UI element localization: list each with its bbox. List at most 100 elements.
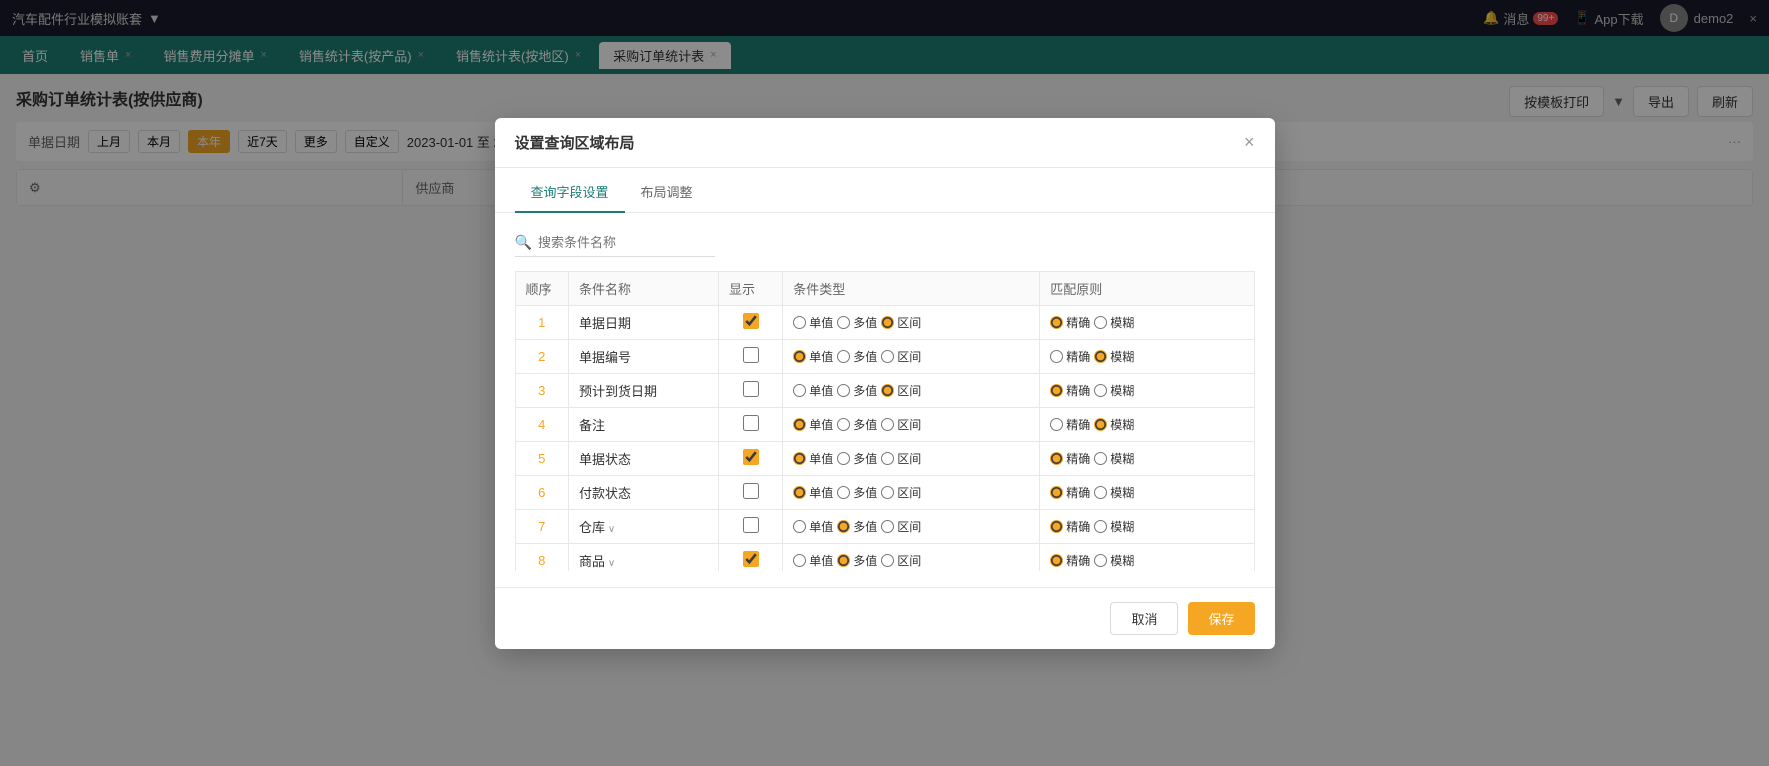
save-btn[interactable]: 保存 xyxy=(1188,602,1254,635)
row-match-7[interactable]: 精确模糊 xyxy=(1040,543,1254,571)
show-checkbox-3[interactable] xyxy=(743,415,759,431)
show-checkbox-0[interactable] xyxy=(743,313,759,329)
row-order-1: 1 xyxy=(515,305,569,339)
match-label-精确-7[interactable]: 精确 xyxy=(1050,552,1090,569)
type-label-多值-1[interactable]: 多值 xyxy=(837,348,877,365)
show-checkbox-7[interactable] xyxy=(743,551,759,567)
type-label-多值-0[interactable]: 多值 xyxy=(837,314,877,331)
config-table: 顺序 条件名称 显示 条件类型 匹配原则 1单据日期单值多值区间精确模糊2单据编… xyxy=(515,271,1255,571)
row-name-6: 仓库 ∨ xyxy=(569,509,719,543)
row-show-6[interactable] xyxy=(718,509,782,543)
page-area: 采购订单统计表(按供应商) 按模板打印 ▼ 导出 刷新 单据日期 上月 本月 本… xyxy=(0,74,1769,766)
row-show-7[interactable] xyxy=(718,543,782,571)
match-label-精确-6[interactable]: 精确 xyxy=(1050,518,1090,535)
row-match-5[interactable]: 精确模糊 xyxy=(1040,475,1254,509)
row-name-1: 单据编号 xyxy=(569,339,719,373)
row-show-4[interactable] xyxy=(718,441,782,475)
match-label-精确-1[interactable]: 精确 xyxy=(1050,348,1090,365)
row-match-4[interactable]: 精确模糊 xyxy=(1040,441,1254,475)
th-show: 显示 xyxy=(718,271,782,305)
type-label-区间-6[interactable]: 区间 xyxy=(881,518,921,535)
tab-query-fields[interactable]: 查询字段设置 xyxy=(515,172,625,213)
type-label-多值-2[interactable]: 多值 xyxy=(837,382,877,399)
modal-body: 🔍 顺序 条件名称 显示 条件类型 匹配原则 xyxy=(495,213,1275,587)
row-name-5: 付款状态 xyxy=(569,475,719,509)
match-label-模糊-0[interactable]: 模糊 xyxy=(1094,314,1134,331)
type-label-单值-0[interactable]: 单值 xyxy=(793,314,833,331)
type-label-单值-3[interactable]: 单值 xyxy=(793,416,833,433)
show-checkbox-1[interactable] xyxy=(743,347,759,363)
show-checkbox-5[interactable] xyxy=(743,483,759,499)
match-label-模糊-4[interactable]: 模糊 xyxy=(1094,450,1134,467)
row-order-8: 8 xyxy=(515,543,569,571)
row-type-2[interactable]: 单值多值区间 xyxy=(783,373,1040,407)
row-show-5[interactable] xyxy=(718,475,782,509)
row-show-3[interactable] xyxy=(718,407,782,441)
row-match-6[interactable]: 精确模糊 xyxy=(1040,509,1254,543)
type-label-多值-4[interactable]: 多值 xyxy=(837,450,877,467)
row-type-1[interactable]: 单值多值区间 xyxy=(783,339,1040,373)
show-checkbox-4[interactable] xyxy=(743,449,759,465)
type-label-多值-7[interactable]: 多值 xyxy=(837,552,877,569)
modal-footer: 取消 保存 xyxy=(495,587,1275,649)
type-label-区间-1[interactable]: 区间 xyxy=(881,348,921,365)
row-type-4[interactable]: 单值多值区间 xyxy=(783,441,1040,475)
row-order-6: 6 xyxy=(515,475,569,509)
type-label-单值-7[interactable]: 单值 xyxy=(793,552,833,569)
match-label-模糊-6[interactable]: 模糊 xyxy=(1094,518,1134,535)
search-icon: 🔍 xyxy=(515,234,532,251)
row-type-5[interactable]: 单值多值区间 xyxy=(783,475,1040,509)
row-name-4: 单据状态 xyxy=(569,441,719,475)
type-label-区间-2[interactable]: 区间 xyxy=(881,382,921,399)
type-label-单值-4[interactable]: 单值 xyxy=(793,450,833,467)
row-name-3: 备注 xyxy=(569,407,719,441)
match-label-模糊-7[interactable]: 模糊 xyxy=(1094,552,1134,569)
tab-layout-adjust[interactable]: 布局调整 xyxy=(625,172,709,213)
th-match: 匹配原则 xyxy=(1040,271,1254,305)
row-match-3[interactable]: 精确模糊 xyxy=(1040,407,1254,441)
show-checkbox-2[interactable] xyxy=(743,381,759,397)
match-label-模糊-3[interactable]: 模糊 xyxy=(1094,416,1134,433)
modal-close-btn[interactable]: × xyxy=(1244,133,1255,151)
match-label-精确-4[interactable]: 精确 xyxy=(1050,450,1090,467)
row-name-0: 单据日期 xyxy=(569,305,719,339)
row-order-5: 5 xyxy=(515,441,569,475)
type-label-区间-4[interactable]: 区间 xyxy=(881,450,921,467)
th-type: 条件类型 xyxy=(783,271,1040,305)
match-label-精确-3[interactable]: 精确 xyxy=(1050,416,1090,433)
match-label-精确-0[interactable]: 精确 xyxy=(1050,314,1090,331)
type-label-多值-5[interactable]: 多值 xyxy=(837,484,877,501)
search-box: 🔍 xyxy=(515,229,715,257)
match-label-模糊-5[interactable]: 模糊 xyxy=(1094,484,1134,501)
row-show-2[interactable] xyxy=(718,373,782,407)
type-label-单值-5[interactable]: 单值 xyxy=(793,484,833,501)
row-match-2[interactable]: 精确模糊 xyxy=(1040,373,1254,407)
type-label-区间-0[interactable]: 区间 xyxy=(881,314,921,331)
type-label-单值-2[interactable]: 单值 xyxy=(793,382,833,399)
row-type-6[interactable]: 单值多值区间 xyxy=(783,509,1040,543)
match-label-精确-2[interactable]: 精确 xyxy=(1050,382,1090,399)
type-label-单值-6[interactable]: 单值 xyxy=(793,518,833,535)
row-show-0[interactable] xyxy=(718,305,782,339)
row-order-2: 2 xyxy=(515,339,569,373)
type-label-区间-7[interactable]: 区间 xyxy=(881,552,921,569)
match-label-精确-5[interactable]: 精确 xyxy=(1050,484,1090,501)
modal-backdrop[interactable]: 设置查询区域布局 × 查询字段设置 布局调整 🔍 xyxy=(0,0,1769,766)
match-label-模糊-2[interactable]: 模糊 xyxy=(1094,382,1134,399)
type-label-多值-6[interactable]: 多值 xyxy=(837,518,877,535)
row-type-3[interactable]: 单值多值区间 xyxy=(783,407,1040,441)
match-label-模糊-1[interactable]: 模糊 xyxy=(1094,348,1134,365)
search-input[interactable] xyxy=(532,233,720,252)
row-show-1[interactable] xyxy=(718,339,782,373)
type-label-区间-5[interactable]: 区间 xyxy=(881,484,921,501)
config-table-wrap: 顺序 条件名称 显示 条件类型 匹配原则 1单据日期单值多值区间精确模糊2单据编… xyxy=(515,271,1255,571)
row-match-0[interactable]: 精确模糊 xyxy=(1040,305,1254,339)
type-label-单值-1[interactable]: 单值 xyxy=(793,348,833,365)
row-type-0[interactable]: 单值多值区间 xyxy=(783,305,1040,339)
type-label-区间-3[interactable]: 区间 xyxy=(881,416,921,433)
cancel-btn[interactable]: 取消 xyxy=(1110,602,1178,635)
show-checkbox-6[interactable] xyxy=(743,517,759,533)
row-type-7[interactable]: 单值多值区间 xyxy=(783,543,1040,571)
row-match-1[interactable]: 精确模糊 xyxy=(1040,339,1254,373)
type-label-多值-3[interactable]: 多值 xyxy=(837,416,877,433)
